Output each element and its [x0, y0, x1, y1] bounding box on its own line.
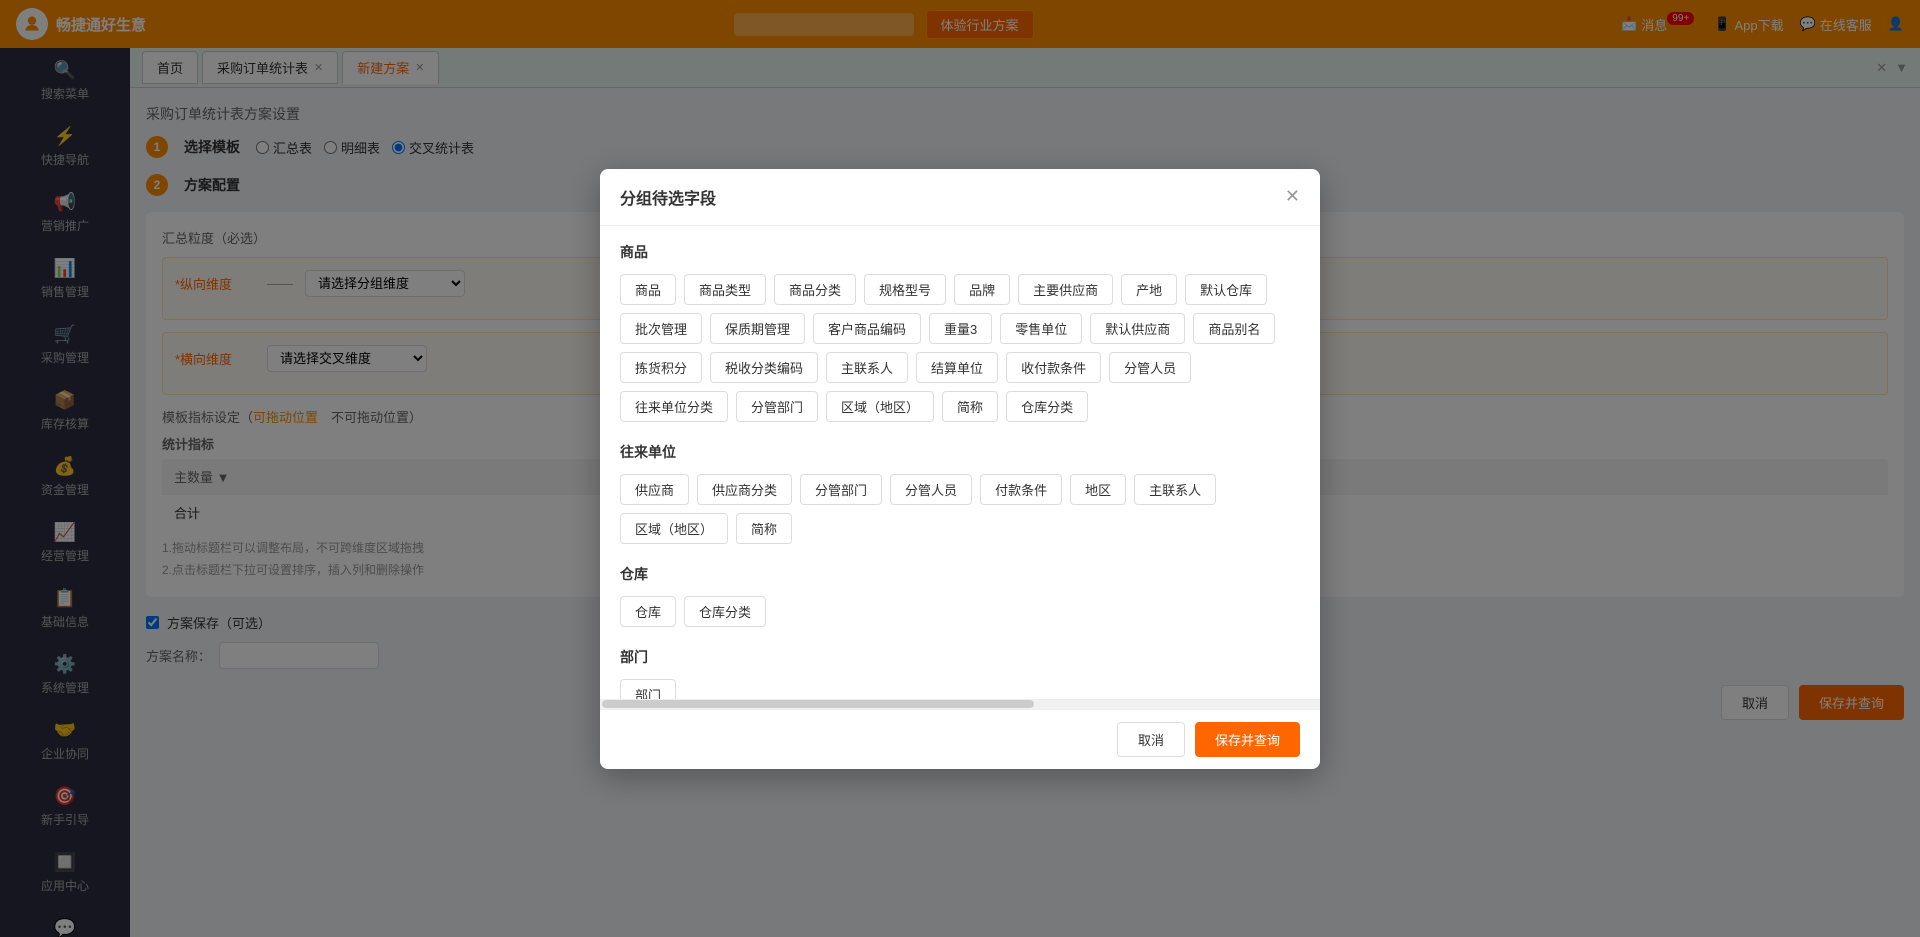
- chip-customer-code[interactable]: 客户商品编码: [813, 313, 921, 344]
- chip-dept-mgmt[interactable]: 分管部门: [736, 391, 818, 422]
- chip-pick-score[interactable]: 拣货积分: [620, 352, 702, 383]
- section-dept: 部门 部门: [620, 647, 1300, 699]
- chip-origin[interactable]: 产地: [1121, 274, 1177, 305]
- chip-default-supplier[interactable]: 默认供应商: [1090, 313, 1185, 344]
- chip-tax-code[interactable]: 税收分类编码: [710, 352, 818, 383]
- chip-weight3[interactable]: 重量3: [929, 313, 992, 344]
- chip-warehouse-category[interactable]: 仓库分类: [684, 596, 766, 627]
- chip-main-contact-partner[interactable]: 主联系人: [1134, 474, 1216, 505]
- section-dept-title: 部门: [620, 647, 1300, 667]
- modal-overlay: 分组待选字段 ✕ 商品 商品 商品类型 商品分类 规格型号 品牌 主要供应商 产…: [0, 0, 1920, 937]
- section-partner-title: 往来单位: [620, 442, 1300, 462]
- product-chips: 商品 商品类型 商品分类 规格型号 品牌 主要供应商 产地 默认仓库 批次管理 …: [620, 274, 1300, 422]
- chip-retail-unit[interactable]: 零售单位: [1000, 313, 1082, 344]
- modal-footer: 取消 保存并查询: [600, 709, 1320, 769]
- modal-confirm-btn[interactable]: 保存并查询: [1195, 722, 1300, 757]
- chip-batch-mgmt[interactable]: 批次管理: [620, 313, 702, 344]
- chip-payment-terms[interactable]: 收付款条件: [1006, 352, 1101, 383]
- chip-partner-category[interactable]: 往来单位分类: [620, 391, 728, 422]
- chip-dept-partner[interactable]: 分管部门: [800, 474, 882, 505]
- chip-brand[interactable]: 品牌: [954, 274, 1010, 305]
- chip-warehouse[interactable]: 仓库: [620, 596, 676, 627]
- section-warehouse: 仓库 仓库 仓库分类: [620, 564, 1300, 627]
- chip-abbrev-partner[interactable]: 简称: [736, 513, 792, 544]
- scroll-thumb: [602, 700, 1034, 708]
- chip-spec-model[interactable]: 规格型号: [864, 274, 946, 305]
- chip-payment-cond[interactable]: 付款条件: [980, 474, 1062, 505]
- chip-expiry-mgmt[interactable]: 保质期管理: [710, 313, 805, 344]
- chip-region-partner[interactable]: 地区: [1070, 474, 1126, 505]
- chip-settlement-unit[interactable]: 结算单位: [916, 352, 998, 383]
- modal-title: 分组待选字段: [620, 185, 716, 209]
- chip-warehouse-cat[interactable]: 仓库分类: [1006, 391, 1088, 422]
- section-warehouse-title: 仓库: [620, 564, 1300, 584]
- modal-body: 商品 商品 商品类型 商品分类 规格型号 品牌 主要供应商 产地 默认仓库 批次…: [600, 226, 1320, 699]
- chip-main-supplier[interactable]: 主要供应商: [1018, 274, 1113, 305]
- chip-product-alias[interactable]: 商品别名: [1193, 313, 1275, 344]
- chip-main-contact[interactable]: 主联系人: [826, 352, 908, 383]
- chip-region-product[interactable]: 区域（地区）: [826, 391, 934, 422]
- modal-header: 分组待选字段 ✕: [600, 169, 1320, 226]
- modal-close-btn[interactable]: ✕: [1285, 186, 1300, 207]
- modal-cancel-btn[interactable]: 取消: [1117, 722, 1185, 757]
- section-product: 商品 商品 商品类型 商品分类 规格型号 品牌 主要供应商 产地 默认仓库 批次…: [620, 242, 1300, 422]
- section-partner: 往来单位 供应商 供应商分类 分管部门 分管人员 付款条件 地区 主联系人 区域…: [620, 442, 1300, 544]
- chip-supplier[interactable]: 供应商: [620, 474, 689, 505]
- chip-short-name[interactable]: 简称: [942, 391, 998, 422]
- chip-responsible-person[interactable]: 分管人员: [1109, 352, 1191, 383]
- chip-person-partner[interactable]: 分管人员: [890, 474, 972, 505]
- section-product-title: 商品: [620, 242, 1300, 262]
- warehouse-chips: 仓库 仓库分类: [620, 596, 1300, 627]
- partner-chips: 供应商 供应商分类 分管部门 分管人员 付款条件 地区 主联系人 区域（地区） …: [620, 474, 1300, 544]
- modal-dialog: 分组待选字段 ✕ 商品 商品 商品类型 商品分类 规格型号 品牌 主要供应商 产…: [600, 169, 1320, 769]
- dept-chips: 部门: [620, 679, 1300, 699]
- chip-product-category[interactable]: 商品分类: [774, 274, 856, 305]
- modal-horizontal-scrollbar[interactable]: [600, 699, 1320, 709]
- chip-area-region[interactable]: 区域（地区）: [620, 513, 728, 544]
- chip-product-type[interactable]: 商品类型: [684, 274, 766, 305]
- chip-dept[interactable]: 部门: [620, 679, 676, 699]
- chip-product[interactable]: 商品: [620, 274, 676, 305]
- chip-default-warehouse[interactable]: 默认仓库: [1185, 274, 1267, 305]
- chip-supplier-cat[interactable]: 供应商分类: [697, 474, 792, 505]
